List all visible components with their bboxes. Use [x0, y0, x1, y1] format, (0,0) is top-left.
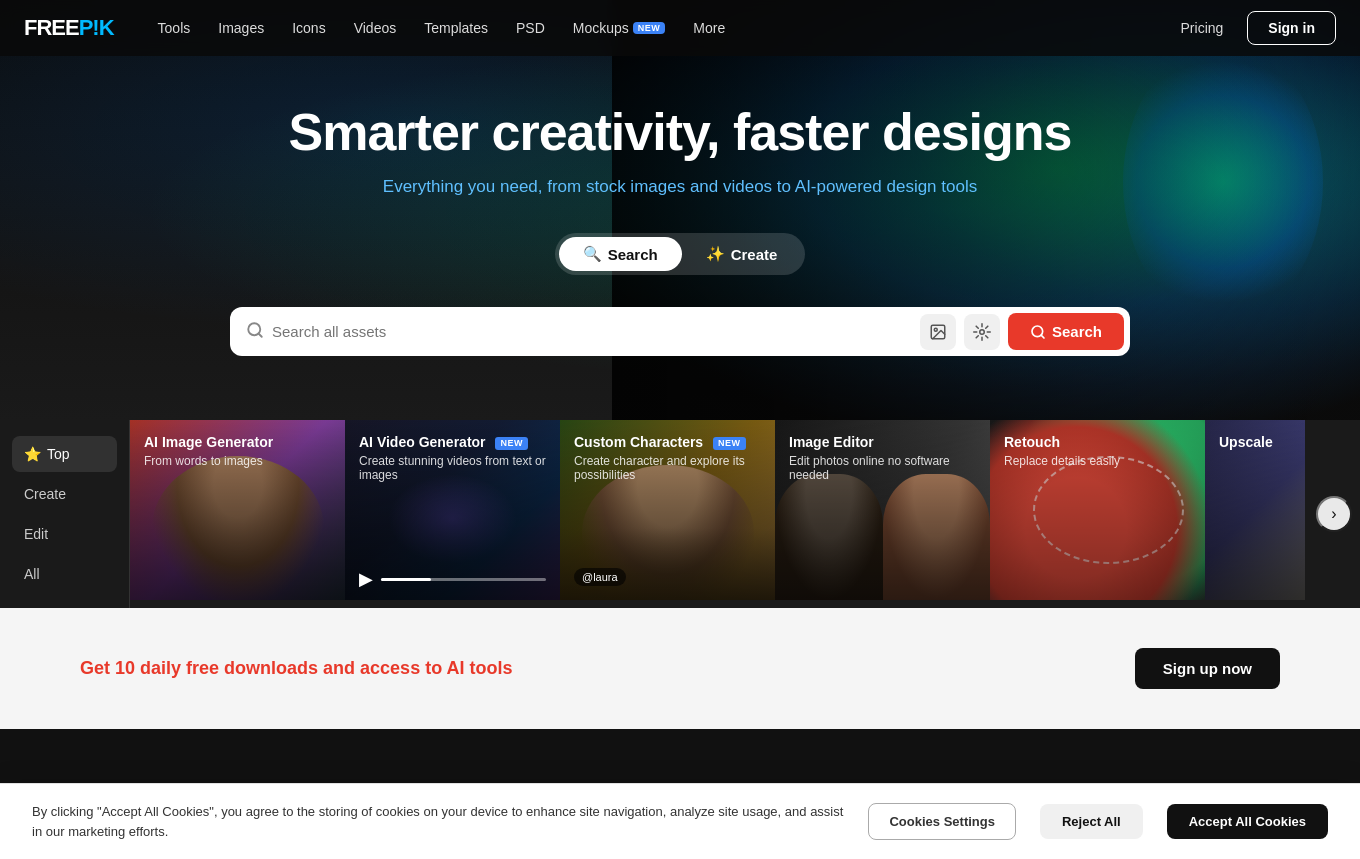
nav-more[interactable]: More: [681, 14, 737, 42]
star-icon: ⭐: [24, 446, 41, 462]
tool-card-retouch[interactable]: Retouch Replace details easily: [990, 420, 1205, 600]
search-tab-icon: 🔍: [583, 245, 602, 263]
tool-card-upscale[interactable]: Upscale: [1205, 420, 1305, 600]
hero-content: Smarter creativity, faster designs Every…: [230, 104, 1130, 356]
visual-search-button[interactable]: [920, 314, 956, 350]
card-subtitle: Create stunning videos from text or imag…: [359, 454, 546, 482]
nav-mockups[interactable]: Mockups NEW: [561, 14, 678, 42]
nav-psd[interactable]: PSD: [504, 14, 557, 42]
promo-text: Get 10 daily free downloads and access t…: [80, 658, 512, 679]
search-button-label: Search: [1052, 323, 1102, 340]
search-input[interactable]: [272, 323, 920, 340]
nav-videos[interactable]: Videos: [342, 14, 409, 42]
navbar-right: Pricing Sign in: [1169, 11, 1336, 45]
card-info: Custom Characters NEW Create character a…: [574, 434, 761, 482]
cards-track: AI Image Generator From words to images …: [130, 420, 1360, 608]
card-title: AI Video Generator NEW: [359, 434, 546, 451]
sidebar-item-all[interactable]: All: [12, 556, 117, 592]
signup-button[interactable]: Sign up now: [1135, 648, 1280, 689]
create-tab-label: Create: [731, 246, 778, 263]
sidebar-item-edit[interactable]: Edit: [12, 516, 117, 552]
tool-card-ai-image-gen[interactable]: AI Image Generator From words to images: [130, 420, 345, 600]
new-badge: NEW: [495, 437, 528, 450]
card-subtitle: From words to images: [144, 454, 331, 468]
card-title: Upscale: [1219, 434, 1291, 451]
svg-point-3: [934, 328, 937, 331]
tools-carousel: ⭐ Top Create Edit All AI Image Generator…: [0, 420, 1360, 608]
tool-card-ai-video-gen[interactable]: AI Video Generator NEW Create stunning v…: [345, 420, 560, 600]
sidebar-edit-label: Edit: [24, 526, 48, 542]
brand-name: FREEP!K: [24, 15, 114, 40]
search-tools: [920, 314, 1000, 350]
card-subtitle: Replace details easily: [1004, 454, 1191, 468]
search-bar-icon: [246, 321, 264, 343]
signin-button[interactable]: Sign in: [1247, 11, 1336, 45]
mockups-new-badge: NEW: [633, 22, 666, 34]
svg-point-4: [980, 329, 985, 334]
new-badge: NEW: [713, 437, 746, 450]
card-info: Image Editor Edit photos online no softw…: [789, 434, 976, 482]
user-tag: @laura: [574, 568, 626, 586]
video-progress-bar: [381, 578, 546, 581]
search-button[interactable]: Search: [1008, 313, 1124, 350]
search-tab-label: Search: [608, 246, 658, 263]
search-tab[interactable]: 🔍 Search: [559, 237, 682, 271]
nav-links: Tools Images Icons Videos Templates PSD …: [146, 14, 1169, 42]
card-info: Retouch Replace details easily: [1004, 434, 1191, 468]
video-progress-fill: [381, 578, 431, 581]
promo-section: Get 10 daily free downloads and access t…: [0, 608, 1360, 729]
nav-templates[interactable]: Templates: [412, 14, 500, 42]
card-info: Upscale: [1219, 434, 1291, 451]
sidebar-all-label: All: [24, 566, 40, 582]
hero-section: Smarter creativity, faster designs Every…: [0, 0, 1360, 420]
svg-line-1: [258, 333, 261, 336]
navbar: FREEP!K Tools Images Icons Videos Templa…: [0, 0, 1360, 56]
tool-card-image-editor[interactable]: Image Editor Edit photos online no softw…: [775, 420, 990, 600]
brand-logo[interactable]: FREEP!K: [24, 15, 114, 41]
create-tab[interactable]: ✨ Create: [682, 237, 802, 271]
card-info: AI Video Generator NEW Create stunning v…: [359, 434, 546, 482]
pricing-link[interactable]: Pricing: [1169, 14, 1236, 42]
sidebar-create-label: Create: [24, 486, 66, 502]
play-icon[interactable]: ▶: [359, 568, 373, 590]
card-title: Image Editor: [789, 434, 976, 451]
tool-card-custom-characters[interactable]: Custom Characters NEW Create character a…: [560, 420, 775, 600]
card-title: AI Image Generator: [144, 434, 331, 451]
search-create-tabs: 🔍 Search ✨ Create: [555, 233, 806, 275]
search-bar: Search: [230, 307, 1130, 356]
card-subtitle: Edit photos online no software needed: [789, 454, 976, 482]
carousel-next-button[interactable]: ›: [1316, 496, 1352, 532]
card-title: Retouch: [1004, 434, 1191, 451]
nav-images[interactable]: Images: [206, 14, 276, 42]
video-controls: ▶: [359, 568, 546, 590]
card-subtitle: Create character and explore its possibi…: [574, 454, 761, 482]
filters-button[interactable]: [964, 314, 1000, 350]
carousel-sidebar: ⭐ Top Create Edit All: [0, 420, 130, 608]
create-tab-icon: ✨: [706, 245, 725, 263]
sidebar-item-top[interactable]: ⭐ Top: [12, 436, 117, 472]
sidebar-top-label: Top: [47, 446, 70, 462]
hero-title: Smarter creativity, faster designs: [230, 104, 1130, 161]
card-title: Custom Characters NEW: [574, 434, 761, 451]
hero-subtitle: Everything you need, from stock images a…: [230, 177, 1130, 197]
nav-icons[interactable]: Icons: [280, 14, 337, 42]
card-info: AI Image Generator From words to images: [144, 434, 331, 468]
sidebar-item-create[interactable]: Create: [12, 476, 117, 512]
svg-line-6: [1041, 335, 1044, 338]
nav-tools[interactable]: Tools: [146, 14, 203, 42]
